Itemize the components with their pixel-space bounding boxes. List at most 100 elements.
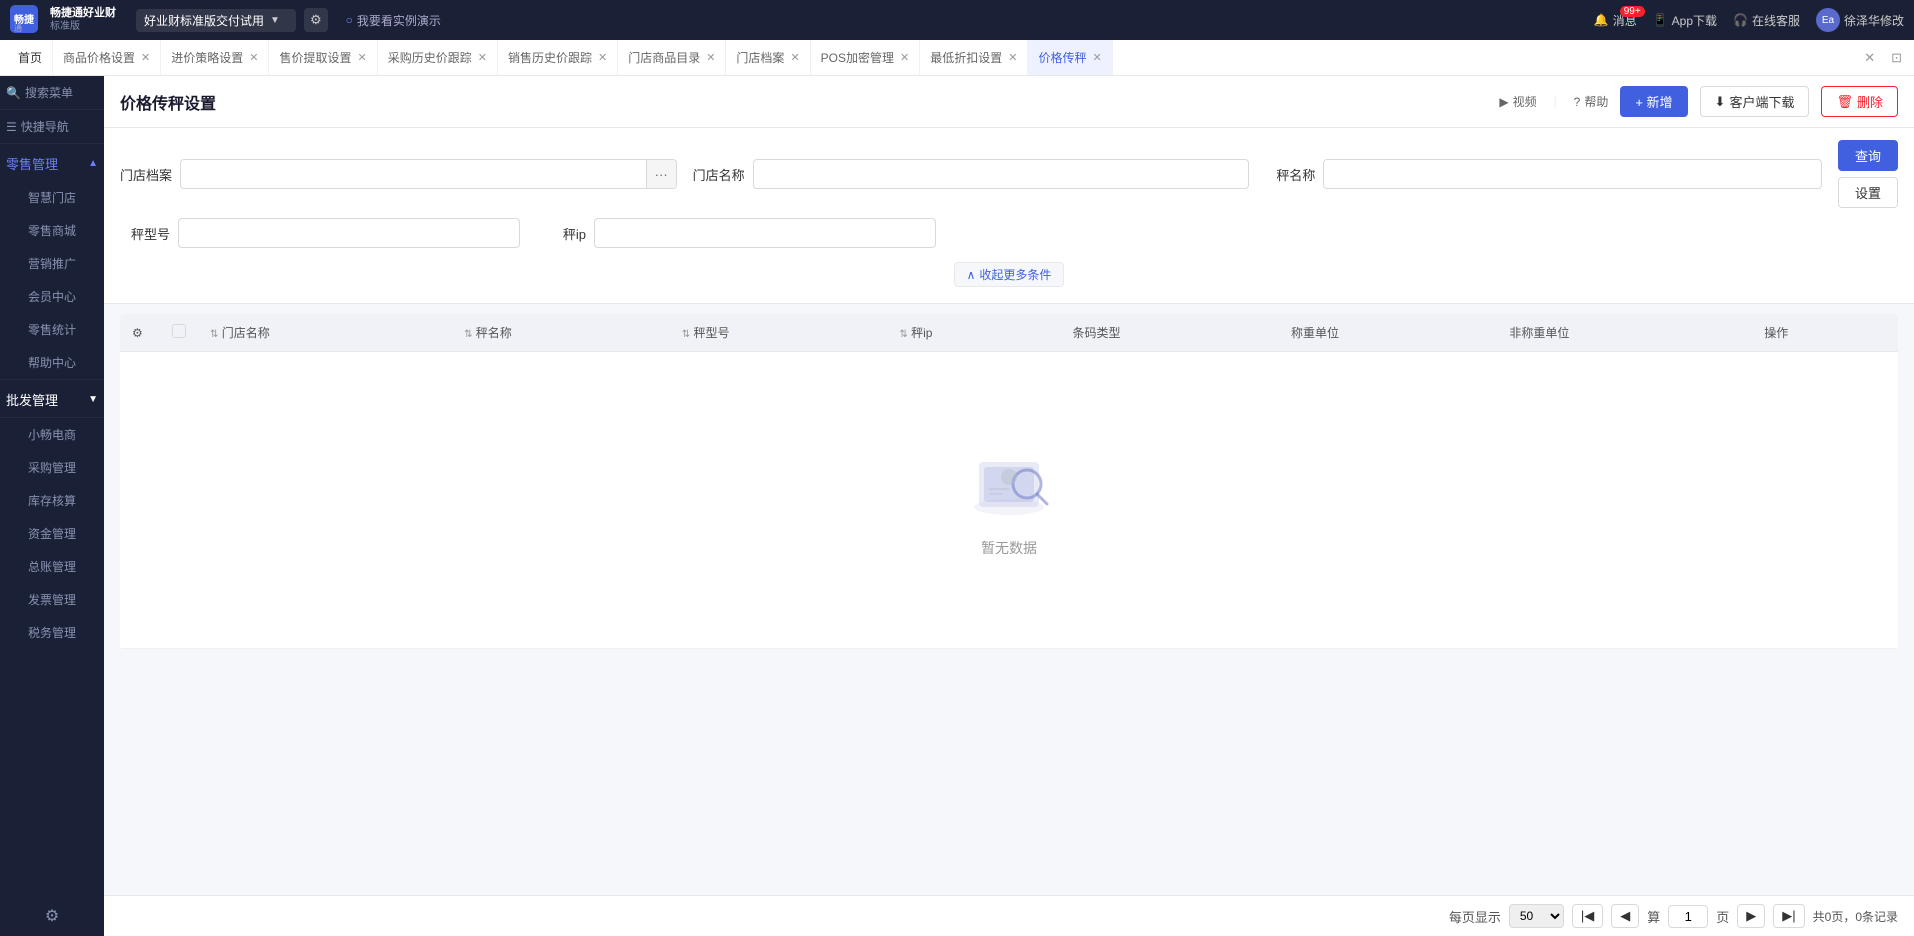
message-button[interactable]: 🔔 消息 99+	[1594, 12, 1637, 29]
first-page-button[interactable]: |◀	[1572, 904, 1603, 928]
scale-ip-input[interactable]	[594, 218, 936, 248]
store-profile-input[interactable]	[181, 160, 646, 188]
user-menu[interactable]: Ea 徐泽华修改	[1816, 8, 1904, 32]
sidebar-item-finance[interactable]: 资金管理	[0, 517, 104, 550]
sidebar-group-wholesale-header[interactable]: 批发管理 ▼	[0, 380, 104, 417]
sidebar-item-retail-mall[interactable]: 零售商城	[0, 214, 104, 247]
sidebar-group-wholesale: 批发管理 ▼	[0, 380, 104, 418]
tab-close-icon[interactable]: ✕	[706, 51, 715, 64]
store-profile-field: 门店档案 ···	[120, 159, 677, 189]
tab-store-profile[interactable]: 门店档案 ✕	[726, 40, 810, 76]
tab-close-icon[interactable]: ✕	[598, 51, 607, 64]
sort-icon: ⇅	[210, 329, 218, 340]
sidebar-item-help-center[interactable]: 帮助中心	[0, 346, 104, 379]
search-row-2: 秤型号 秤ip	[120, 218, 1898, 248]
tab-bar: 首页 商品价格设置 ✕ 进价策略设置 ✕ 售价提取设置 ✕ 采购历史价跟踪 ✕ …	[0, 40, 1914, 76]
sidebar-item-tax[interactable]: 税务管理	[0, 616, 104, 649]
query-button[interactable]: 查询	[1838, 140, 1898, 171]
sidebar-item-marketing[interactable]: 营销推广	[0, 247, 104, 280]
sidebar-gear-icon[interactable]: ⚙	[45, 906, 59, 926]
tab-close-icon[interactable]: ✕	[1092, 51, 1101, 64]
sidebar-item-retail-stats[interactable]: 零售统计	[0, 313, 104, 346]
add-button[interactable]: + 新增	[1620, 86, 1687, 117]
next-page-button[interactable]: ▶	[1737, 904, 1765, 928]
delete-icon: 🗑	[1836, 94, 1853, 110]
app-download-button[interactable]: 📱 App下载	[1653, 12, 1717, 29]
prev-page-button[interactable]: ◀	[1611, 904, 1639, 928]
store-name-field: 门店名称	[693, 159, 1250, 189]
video-link[interactable]: ▶ 视频	[1499, 93, 1536, 110]
delete-button[interactable]: 🗑 删除	[1821, 86, 1898, 117]
sidebar-group-retail: 零售管理 ▲ 智慧门店 零售商城 营销推广 会员中心 零售统计	[0, 144, 104, 380]
sidebar-item-ecommerce[interactable]: 小畅电商	[0, 418, 104, 451]
per-page-select[interactable]: 50 10 20 100	[1509, 904, 1564, 928]
sort-icon: ⇅	[899, 329, 907, 340]
sidebar-item-invoice[interactable]: 发票管理	[0, 583, 104, 616]
th-settings[interactable]: ⚙	[120, 314, 160, 352]
tab-close-icon[interactable]: ✕	[249, 51, 258, 64]
tab-sale-price[interactable]: 售价提取设置 ✕	[269, 40, 377, 76]
scale-name-label: 秤名称	[1265, 165, 1315, 184]
scale-ip-field: 秤ip	[536, 218, 936, 248]
demo-button[interactable]: ○ 我要看实例演示	[346, 12, 441, 29]
tab-close-icon[interactable]: ✕	[900, 51, 909, 64]
sidebar-search[interactable]: 🔍 搜索菜单	[0, 76, 104, 110]
store-profile-browse-icon[interactable]: ···	[646, 160, 676, 188]
headset-icon: 🎧	[1733, 13, 1748, 27]
tab-min-discount[interactable]: 最低折扣设置 ✕	[920, 40, 1028, 76]
pagination-bar: 每页显示 50 10 20 100 |◀ ◀ 算 页 ▶ ▶| 共0页，0条记录	[104, 895, 1914, 936]
logo: 畅捷 通	[10, 5, 42, 36]
settings-button[interactable]: 设置	[1838, 177, 1898, 208]
scale-name-input[interactable]	[1323, 159, 1822, 189]
select-all-checkbox[interactable]	[172, 324, 186, 338]
tab-price-settings[interactable]: 商品价格设置 ✕	[53, 40, 161, 76]
table-body: 暂无数据	[120, 352, 1898, 649]
store-name-input[interactable]	[753, 159, 1250, 189]
tab-purchase-history[interactable]: 采购历史价跟踪 ✕	[378, 40, 498, 76]
table-container: ⚙ ⇅ 门店名称 ⇅ 秤名称	[104, 304, 1914, 895]
sidebar-item-smart-store[interactable]: 智慧门店	[0, 181, 104, 214]
tab-close-icon[interactable]: ✕	[1008, 51, 1017, 64]
tab-close-all-icon[interactable]: ✕	[1860, 46, 1879, 70]
tab-close-icon[interactable]: ✕	[141, 51, 150, 64]
th-scale-model: ⇅ 秤型号	[670, 314, 888, 352]
last-page-button[interactable]: ▶|	[1773, 904, 1804, 928]
sort-icon: ⇅	[682, 329, 690, 340]
search-icon: 🔍	[6, 86, 21, 100]
action-buttons: 查询 设置	[1838, 140, 1898, 208]
sidebar-item-inventory[interactable]: 库存核算	[0, 484, 104, 517]
help-link[interactable]: ? 帮助	[1574, 93, 1609, 110]
tab-home[interactable]: 首页	[8, 40, 53, 76]
scale-ip-label: 秤ip	[536, 224, 586, 243]
page-number-input[interactable]	[1668, 905, 1708, 928]
download-button[interactable]: ⬇ 客户端下载	[1700, 86, 1810, 117]
tab-restore-icon[interactable]: ⊡	[1887, 46, 1906, 70]
sidebar-item-purchase[interactable]: 采购管理	[0, 451, 104, 484]
sidebar-quick-nav[interactable]: ☰ 快捷导航	[0, 110, 104, 144]
sidebar-item-member-center[interactable]: 会员中心	[0, 280, 104, 313]
sidebar-group-retail-header[interactable]: 零售管理 ▲	[0, 144, 104, 181]
th-weight-unit: 称重单位	[1279, 314, 1497, 352]
tab-close-icon[interactable]: ✕	[478, 51, 487, 64]
tab-purchase-strategy[interactable]: 进价策略设置 ✕	[161, 40, 269, 76]
sidebar-bottom: ⚙	[0, 896, 104, 936]
tab-close-icon[interactable]: ✕	[358, 51, 367, 64]
svg-text:通: 通	[14, 23, 22, 33]
online-service-button[interactable]: 🎧 在线客服	[1733, 12, 1800, 29]
th-checkbox[interactable]	[160, 314, 198, 352]
tab-store-catalog[interactable]: 门店商品目录 ✕	[618, 40, 726, 76]
tab-price-scale[interactable]: 价格传秤 ✕	[1028, 40, 1112, 76]
settings-icon-btn[interactable]: ⚙	[304, 8, 328, 32]
app-selector[interactable]: 好业财标准版交付试用 ▼	[136, 9, 296, 32]
tab-close-icon[interactable]: ✕	[790, 51, 799, 64]
total-text: 共0页，0条记录	[1813, 908, 1898, 925]
collapse-button[interactable]: ∧ 收起更多条件	[954, 262, 1065, 287]
message-badge: 99+	[1620, 6, 1645, 17]
th-store-name: ⇅ 门店名称	[198, 314, 452, 352]
sidebar-item-accounting[interactable]: 总账管理	[0, 550, 104, 583]
question-icon: ?	[1574, 95, 1581, 109]
tab-pos-manage[interactable]: POS加密管理 ✕	[811, 40, 921, 76]
chevron-down-icon: ▼	[270, 15, 280, 26]
scale-model-input[interactable]	[178, 218, 520, 248]
tab-sale-history[interactable]: 销售历史价跟踪 ✕	[498, 40, 618, 76]
